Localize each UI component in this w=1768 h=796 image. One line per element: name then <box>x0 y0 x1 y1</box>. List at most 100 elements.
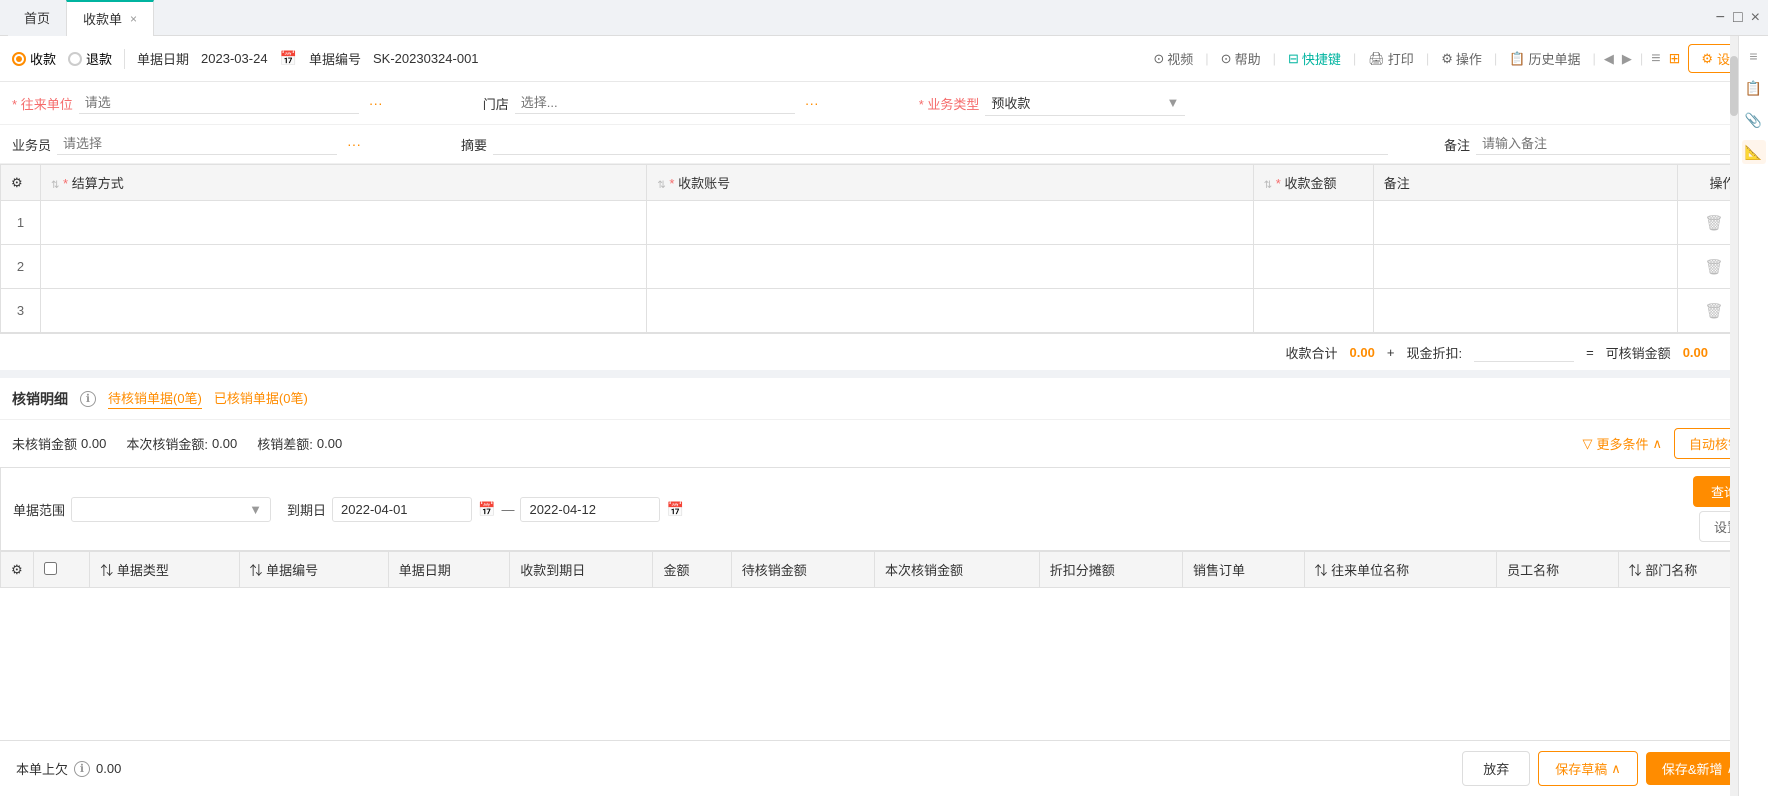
th-bill-no: ⇅ 单据编号 <box>239 552 388 588</box>
more-conditions-btn[interactable]: ▽ 更多条件 ∧ <box>1582 434 1662 453</box>
calendar-icon[interactable]: 📅 <box>280 50 297 67</box>
tab-receipt[interactable]: 收款单 × <box>66 0 154 36</box>
cell-remark-1[interactable] <box>1373 201 1677 245</box>
cell-settlement-2[interactable] <box>41 245 647 289</box>
shortcut-btn[interactable]: ⊟ 快捷键 <box>1284 47 1345 70</box>
cell-settlement-3[interactable] <box>41 289 647 333</box>
bill-count-info: 本单上欠 ℹ 0.00 <box>16 759 121 778</box>
date-to-input[interactable] <box>520 497 660 522</box>
sidebar-table-icon[interactable]: 📋 <box>1742 76 1766 100</box>
sidebar-expand-icon[interactable]: 📐 <box>1742 140 1766 164</box>
unverified-label: 未核销金额 <box>12 434 77 453</box>
th-checkbox: ⚙ <box>1 552 34 588</box>
th-check-all <box>33 552 90 588</box>
help-btn[interactable]: ⊙ 帮助 <box>1217 47 1265 70</box>
radio-refund[interactable]: 退款 <box>68 49 112 68</box>
biz-type-select[interactable]: 预收款 ▼ <box>985 90 1185 116</box>
help-label: 帮助 <box>1235 49 1261 68</box>
date-separator: — <box>501 502 514 517</box>
counterpart-more-btn[interactable]: ··· <box>365 95 387 111</box>
video-btn[interactable]: ⊙ 视频 <box>1149 47 1197 70</box>
store-input[interactable] <box>515 92 795 114</box>
verification-info-icon[interactable]: ℹ <box>80 391 96 407</box>
history-btn[interactable]: 📋 历史单据 <box>1505 47 1584 70</box>
cell-account-2[interactable] <box>647 245 1253 289</box>
date-from-input[interactable] <box>332 497 472 522</box>
scroll-thumb[interactable] <box>1730 56 1738 116</box>
close-icon[interactable]: × <box>1751 9 1760 27</box>
cell-account-3[interactable] <box>647 289 1253 333</box>
discount-input[interactable] <box>1474 342 1574 362</box>
discard-btn[interactable]: 放弃 <box>1462 751 1530 786</box>
check-all-checkbox[interactable] <box>44 562 57 575</box>
biz-type-value: 预收款 <box>991 93 1030 112</box>
sidebar-attach-icon[interactable]: 📎 <box>1742 108 1766 132</box>
cell-settlement-1[interactable] <box>41 201 647 245</box>
save-label: 保存&新增 <box>1662 759 1723 778</box>
cell-remark-2[interactable] <box>1373 245 1677 289</box>
counterpart-label: * 往来单位 <box>12 94 73 113</box>
receipt-type-group: 收款 退款 <box>12 49 112 68</box>
tab-home[interactable]: 首页 <box>8 0 66 36</box>
store-more-btn[interactable]: ··· <box>801 95 823 111</box>
grid-view-icon[interactable]: ⊞ <box>1669 50 1681 67</box>
draft-btn[interactable]: 保存草稿 ∧ <box>1538 751 1638 786</box>
settings-gear-icon[interactable]: ⚙ <box>11 562 23 577</box>
pending-tab[interactable]: 待核销单据(0笔) <box>108 388 202 409</box>
net-value: 0.00 <box>1683 345 1708 360</box>
tab-receipt-label: 收款单 <box>83 9 122 28</box>
net-label: 可核销金额 <box>1606 343 1671 362</box>
done-tab[interactable]: 已核销单据(0笔) <box>214 388 308 409</box>
tab-bar: 首页 收款单 × − □ × <box>0 0 1768 36</box>
delete-row-2-icon[interactable]: 🗑 <box>1705 258 1724 276</box>
cell-amount-2[interactable] <box>1253 245 1373 289</box>
bottom-actions: 放弃 保存草稿 ∧ 保存&新增 ∧ <box>1462 751 1752 786</box>
salesperson-input[interactable] <box>57 133 337 155</box>
counterpart-input[interactable] <box>79 92 359 114</box>
th-pending-verify: 待核销金额 <box>731 552 874 588</box>
cell-amount-1[interactable] <box>1253 201 1373 245</box>
nav-prev-icon[interactable]: ◀ <box>1604 51 1614 67</box>
maximize-icon[interactable]: □ <box>1733 9 1743 27</box>
th-settings[interactable]: ⚙ <box>1 165 41 201</box>
print-btn[interactable]: 🖨 打印 <box>1364 47 1418 70</box>
radio-receipt[interactable]: 收款 <box>12 49 56 68</box>
cell-account-1[interactable] <box>647 201 1253 245</box>
salesperson-more-btn[interactable]: ··· <box>343 136 365 152</box>
remark-label: 备注 <box>1444 135 1470 154</box>
delete-row-3-icon[interactable]: 🗑 <box>1705 302 1724 320</box>
th-due-date: 收款到期日 <box>510 552 653 588</box>
cell-amount-3[interactable] <box>1253 289 1373 333</box>
th-counterpart-name: ⇅ 往来单位名称 <box>1304 552 1497 588</box>
collapse-icon: ∧ <box>1652 436 1662 452</box>
minimize-icon[interactable]: − <box>1716 9 1725 27</box>
remark-input[interactable] <box>1476 133 1756 155</box>
date-to-icon[interactable]: 📅 <box>666 501 683 518</box>
radio-refund-dot <box>68 52 82 66</box>
tab-close-icon[interactable]: × <box>130 12 137 26</box>
scroll-bar[interactable] <box>1730 36 1738 796</box>
current-verify-stat: 本次核销金额: 0.00 <box>126 434 237 453</box>
salesperson-field: 业务员 ··· <box>12 133 365 155</box>
equals-sign: = <box>1586 345 1594 360</box>
range-label: 单据范围 <box>13 500 65 519</box>
history-icon: 📋 <box>1509 51 1525 67</box>
unverified-value: 0.00 <box>81 436 106 451</box>
nav-next-icon[interactable]: ▶ <box>1622 51 1632 67</box>
action-btn[interactable]: ⚙ 操作 <box>1437 47 1486 70</box>
date-from-icon[interactable]: 📅 <box>478 501 495 518</box>
range-select[interactable]: ▼ <box>71 497 271 522</box>
current-verify-label: 本次核销金额: <box>126 434 208 453</box>
th-account: ⇅ * 收款账号 <box>647 165 1253 201</box>
list-view-icon[interactable]: ≡ <box>1651 50 1660 68</box>
bottom-table: ⚙ ⇅ 单据类型 ⇅ 单据编号 <box>0 551 1768 588</box>
bill-count-icon[interactable]: ℹ <box>74 761 90 777</box>
cell-remark-3[interactable] <box>1373 289 1677 333</box>
delete-row-1-icon[interactable]: 🗑 <box>1705 214 1724 232</box>
diff-stat: 核销差额: 0.00 <box>257 434 342 453</box>
bottom-table-header-row: ⚙ ⇅ 单据类型 ⇅ 单据编号 <box>1 552 1768 588</box>
sidebar-list-icon[interactable]: ≡ <box>1742 44 1766 68</box>
diff-label: 核销差额: <box>257 434 313 453</box>
summary-input[interactable] <box>493 133 1388 155</box>
diff-value: 0.00 <box>317 436 342 451</box>
